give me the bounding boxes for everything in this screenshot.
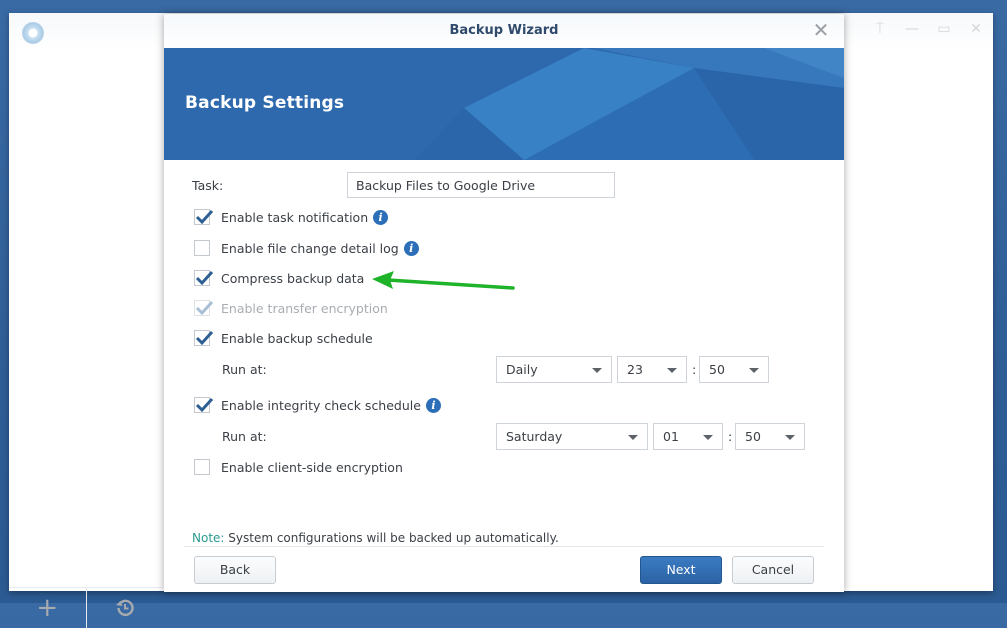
close-icon: ✕ [812,18,830,42]
app-logo-icon [22,22,44,44]
minimize-icon[interactable]: — [905,21,919,37]
info-icon[interactable]: i [403,240,419,256]
option-label: Compress backup data [221,270,365,286]
selected-value: 23 [627,362,643,377]
dropdown-caret-icon [749,368,759,373]
annotation-arrow [372,271,515,290]
dropdown-caret-icon [628,435,638,440]
add-button[interactable]: + [9,588,87,628]
next-button[interactable]: Next [640,556,722,584]
selected-value: Saturday [506,429,563,444]
integrity-minute-select[interactable]: 50 [735,423,805,450]
option-client-side-encryption[interactable]: Enable client-side encryption [194,458,403,476]
integrity-run-at-label: Run at: [222,429,267,444]
dropdown-caret-icon [667,368,677,373]
option-label: Enable task notification [221,209,369,225]
option-label: Enable backup schedule [221,330,373,346]
note-text: Note: System configurations will be back… [192,531,559,545]
option-label: Enable integrity check schedule [221,397,421,413]
backup-hour-select[interactable]: 23 [617,356,687,383]
checkmark-icon [195,300,214,316]
option-label: Enable file change detail log [221,240,399,256]
back-button[interactable]: Back [194,556,276,584]
selected-value: Daily [506,362,538,377]
note-key: Note: [192,531,225,545]
selected-value: 50 [709,362,725,377]
checkmark-icon [195,209,214,225]
checkmark-icon [195,397,214,413]
option-label: Enable client-side encryption [221,459,403,475]
dialog-titlebar: Backup Wizard ✕ [164,14,844,48]
integrity-check-checkbox[interactable] [194,397,214,413]
cancel-button[interactable]: Cancel [732,556,814,584]
option-task-notification[interactable]: Enable task notification i [194,208,389,226]
option-compress-backup[interactable]: Compress backup data [194,269,364,287]
option-integrity-check[interactable]: Enable integrity check schedule i [194,396,441,414]
background-sidebar: + [9,49,163,628]
integrity-day-select[interactable]: Saturday [496,423,648,450]
restore-history-button[interactable] [87,588,164,628]
plus-icon: + [36,593,59,623]
task-label: Task: [192,178,224,193]
checkmark-icon [195,330,214,346]
backup-wizard-dialog: Backup Wizard ✕ Backup Settings Task: En… [164,14,844,592]
close-dialog-button[interactable]: ✕ [812,20,830,40]
time-separator: : [692,362,697,377]
history-icon [115,599,134,617]
note-body: System configurations will be backed up … [224,531,559,545]
window-controls: ⍑ — ▭ ✕ [873,21,983,37]
selected-value: 01 [663,429,679,444]
selected-value: 50 [745,429,761,444]
task-notification-checkbox[interactable] [194,209,214,225]
option-file-change-log[interactable]: Enable file change detail log i [194,239,419,257]
footer-divider [184,546,824,547]
client-side-encryption-checkbox[interactable] [194,459,210,475]
maximize-icon[interactable]: ▭ [937,21,951,37]
sidebar-bottom-bar: + [9,587,163,628]
backup-frequency-select[interactable]: Daily [496,356,612,383]
dropdown-caret-icon [592,368,602,373]
dropdown-caret-icon [703,435,713,440]
option-transfer-encryption: Enable transfer encryption [194,299,388,317]
step-title: Backup Settings [185,93,345,113]
option-label: Enable transfer encryption [221,300,388,316]
transfer-encryption-checkbox [194,300,214,316]
checkmark-icon [195,270,214,286]
dropdown-caret-icon [785,435,795,440]
integrity-hour-select[interactable]: 01 [653,423,723,450]
settings-form: Task: Enable task notification i Enable … [164,160,844,545]
info-icon[interactable]: i [373,209,389,225]
backup-schedule-checkbox[interactable] [194,330,214,346]
info-icon[interactable]: i [425,397,441,413]
file-change-log-checkbox[interactable] [194,240,210,256]
time-separator: : [728,429,733,444]
compress-backup-checkbox[interactable] [194,270,214,286]
backup-run-at-label: Run at: [222,362,267,377]
option-backup-schedule[interactable]: Enable backup schedule [194,329,373,347]
backup-minute-select[interactable]: 50 [699,356,769,383]
pin-icon[interactable]: ⍑ [873,21,887,37]
wizard-banner: Backup Settings [164,48,844,160]
close-icon[interactable]: ✕ [969,21,983,37]
task-name-input[interactable] [347,172,615,198]
dialog-title: Backup Wizard [449,23,559,38]
